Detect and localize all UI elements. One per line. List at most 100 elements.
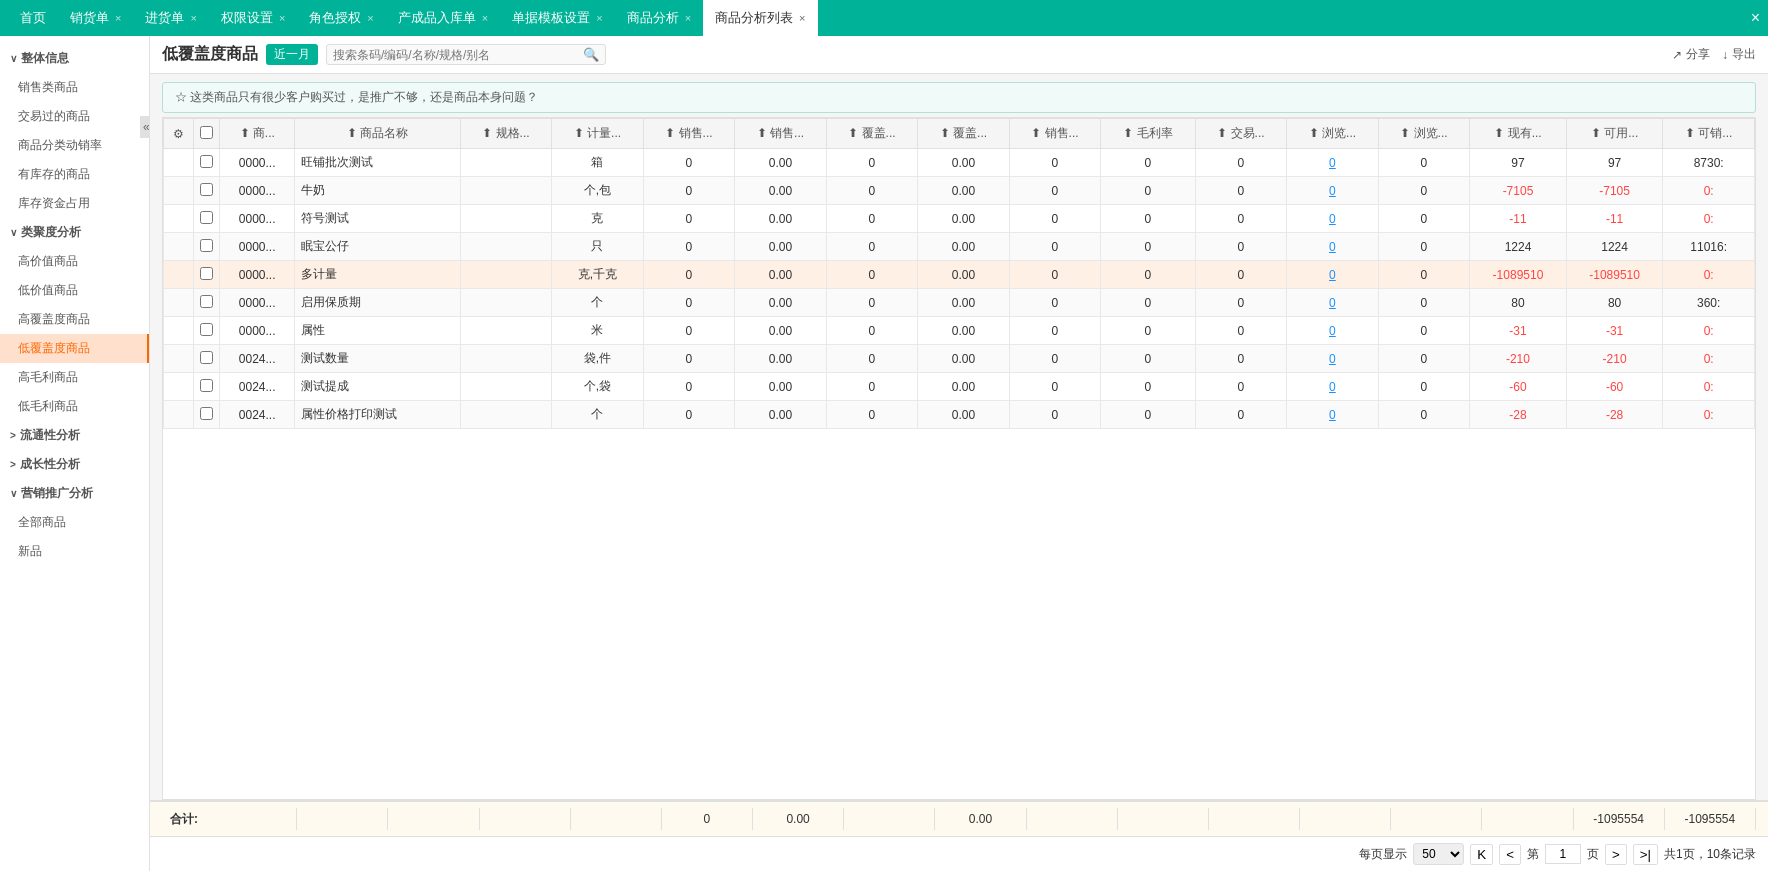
sales1-col-header[interactable]: ⬆ 销售...	[643, 119, 735, 149]
first-page-button[interactable]: K	[1470, 844, 1493, 865]
checkbox-cell[interactable]	[194, 401, 220, 429]
browse1-cell[interactable]: 0	[1287, 233, 1379, 261]
sidebar-item-high-coverage[interactable]: 高覆盖度商品	[0, 305, 149, 334]
row-checkbox[interactable]	[200, 407, 213, 420]
next-page-button[interactable]: >	[1605, 844, 1627, 865]
close-icon[interactable]: ×	[279, 12, 285, 24]
export-button[interactable]: ↓ 导出	[1722, 46, 1756, 63]
cover2-col-header[interactable]: ⬆ 覆盖...	[918, 119, 1010, 149]
sidebar-item-high-value[interactable]: 高价值商品	[0, 247, 149, 276]
sidebar-section-marketing[interactable]: ∨ 营销推广分析	[0, 479, 149, 508]
sales3-col-header[interactable]: ⬆ 销售...	[1009, 119, 1101, 149]
search-input[interactable]	[333, 48, 583, 62]
close-icon[interactable]: ×	[799, 12, 805, 24]
cover1-col-header[interactable]: ⬆ 覆盖...	[826, 119, 918, 149]
row-checkbox[interactable]	[200, 211, 213, 224]
close-icon[interactable]: ×	[685, 12, 691, 24]
browse1-cell[interactable]: 0	[1287, 373, 1379, 401]
row-checkbox[interactable]	[200, 267, 213, 280]
main-layout: « ∨ 整体信息 销售类商品 交易过的商品 商品分类动销率 有库存的商品 库存资…	[0, 36, 1768, 871]
nav-home[interactable]: 首页	[8, 0, 58, 36]
sidebar-item-sales-goods[interactable]: 销售类商品	[0, 73, 149, 102]
sidebar-section-cluster[interactable]: ∨ 类聚度分析	[0, 218, 149, 247]
page-size-select[interactable]: 50 20 100	[1413, 843, 1464, 865]
code-col-header[interactable]: ⬆ 商...	[220, 119, 295, 149]
browse2-col-header[interactable]: ⬆ 浏览...	[1378, 119, 1470, 149]
checkbox-cell[interactable]	[194, 149, 220, 177]
sidebar-section-growth[interactable]: > 成长性分析	[0, 450, 149, 479]
select-all-checkbox[interactable]	[200, 126, 213, 139]
checkbox-cell[interactable]	[194, 317, 220, 345]
browse1-cell[interactable]: 0	[1287, 149, 1379, 177]
total-spacer6	[844, 808, 935, 830]
checkbox-col-header[interactable]	[194, 119, 220, 149]
window-close-button[interactable]: ×	[1751, 9, 1760, 27]
name-col-header[interactable]: ⬆ 商品名称	[295, 119, 460, 149]
sidebar-item-high-margin[interactable]: 高毛利商品	[0, 363, 149, 392]
margin-col-header[interactable]: ⬆ 毛利率	[1101, 119, 1196, 149]
browse1-cell[interactable]: 0	[1287, 289, 1379, 317]
close-icon[interactable]: ×	[367, 12, 373, 24]
sidebar-item-category-rate[interactable]: 商品分类动销率	[0, 131, 149, 160]
search-icon[interactable]: 🔍	[583, 47, 599, 62]
close-icon[interactable]: ×	[596, 12, 602, 24]
nav-production[interactable]: 产成品入库单 ×	[386, 0, 500, 36]
browse1-cell[interactable]: 0	[1287, 261, 1379, 289]
sidebar-section-flow[interactable]: > 流通性分析	[0, 421, 149, 450]
checkbox-cell[interactable]	[194, 205, 220, 233]
checkbox-cell[interactable]	[194, 261, 220, 289]
usable-col-header[interactable]: ⬆ 可用...	[1566, 119, 1663, 149]
sidebar-section-overall[interactable]: ∨ 整体信息	[0, 44, 149, 73]
row-checkbox[interactable]	[200, 379, 213, 392]
nav-product-analysis-list[interactable]: 商品分析列表 ×	[703, 0, 817, 36]
prev-page-button[interactable]: <	[1499, 844, 1521, 865]
nav-permission[interactable]: 权限设置 ×	[209, 0, 297, 36]
saleable-col-header[interactable]: ⬆ 可销...	[1663, 119, 1755, 149]
row-checkbox[interactable]	[200, 183, 213, 196]
close-icon[interactable]: ×	[115, 12, 121, 24]
sidebar-item-low-margin[interactable]: 低毛利商品	[0, 392, 149, 421]
share-button[interactable]: ↗ 分享	[1672, 46, 1710, 63]
sidebar-item-in-stock[interactable]: 有库存的商品	[0, 160, 149, 189]
checkbox-cell[interactable]	[194, 289, 220, 317]
browse1-cell[interactable]: 0	[1287, 401, 1379, 429]
nav-purchase[interactable]: 进货单 ×	[133, 0, 208, 36]
sidebar-item-stock-capital[interactable]: 库存资金占用	[0, 189, 149, 218]
sidebar-item-all-goods[interactable]: 全部商品	[0, 508, 149, 537]
time-tag[interactable]: 近一月	[266, 44, 318, 65]
browse1-cell[interactable]: 0	[1287, 345, 1379, 373]
nav-product-analysis[interactable]: 商品分析 ×	[615, 0, 703, 36]
browse1-cell[interactable]: 0	[1287, 177, 1379, 205]
nav-template[interactable]: 单据模板设置 ×	[500, 0, 614, 36]
close-icon[interactable]: ×	[482, 12, 488, 24]
sidebar-collapse-button[interactable]: «	[140, 116, 150, 138]
sidebar-item-low-value[interactable]: 低价值商品	[0, 276, 149, 305]
close-icon[interactable]: ×	[190, 12, 196, 24]
browse1-cell[interactable]: 0	[1287, 317, 1379, 345]
row-checkbox[interactable]	[200, 295, 213, 308]
sidebar-item-low-coverage[interactable]: 低覆盖度商品	[0, 334, 149, 363]
checkbox-cell[interactable]	[194, 345, 220, 373]
sidebar-item-traded-goods[interactable]: 交易过的商品	[0, 102, 149, 131]
spec-col-header[interactable]: ⬆ 规格...	[460, 119, 552, 149]
row-checkbox[interactable]	[200, 351, 213, 364]
settings-col-header[interactable]: ⚙	[164, 119, 194, 149]
trade-col-header[interactable]: ⬆ 交易...	[1195, 119, 1287, 149]
nav-role[interactable]: 角色授权 ×	[297, 0, 385, 36]
sales2-col-header[interactable]: ⬆ 销售...	[735, 119, 827, 149]
checkbox-cell[interactable]	[194, 177, 220, 205]
current-col-header[interactable]: ⬆ 现有...	[1470, 119, 1567, 149]
nav-sales[interactable]: 销货单 ×	[58, 0, 133, 36]
browse1-cell[interactable]: 0	[1287, 205, 1379, 233]
checkbox-cell[interactable]	[194, 233, 220, 261]
row-checkbox[interactable]	[200, 239, 213, 252]
last-page-button[interactable]: >|	[1633, 844, 1658, 865]
row-checkbox[interactable]	[200, 155, 213, 168]
checkbox-cell[interactable]	[194, 373, 220, 401]
unit-col-header[interactable]: ⬆ 计量...	[552, 119, 644, 149]
row-checkbox[interactable]	[200, 323, 213, 336]
browse1-col-header[interactable]: ⬆ 浏览...	[1287, 119, 1379, 149]
page-number-input[interactable]	[1545, 844, 1581, 864]
sidebar-item-new-goods[interactable]: 新品	[0, 537, 149, 566]
total-cells: 0 0.00 0.00 -1095554 -1095554	[206, 808, 1756, 830]
